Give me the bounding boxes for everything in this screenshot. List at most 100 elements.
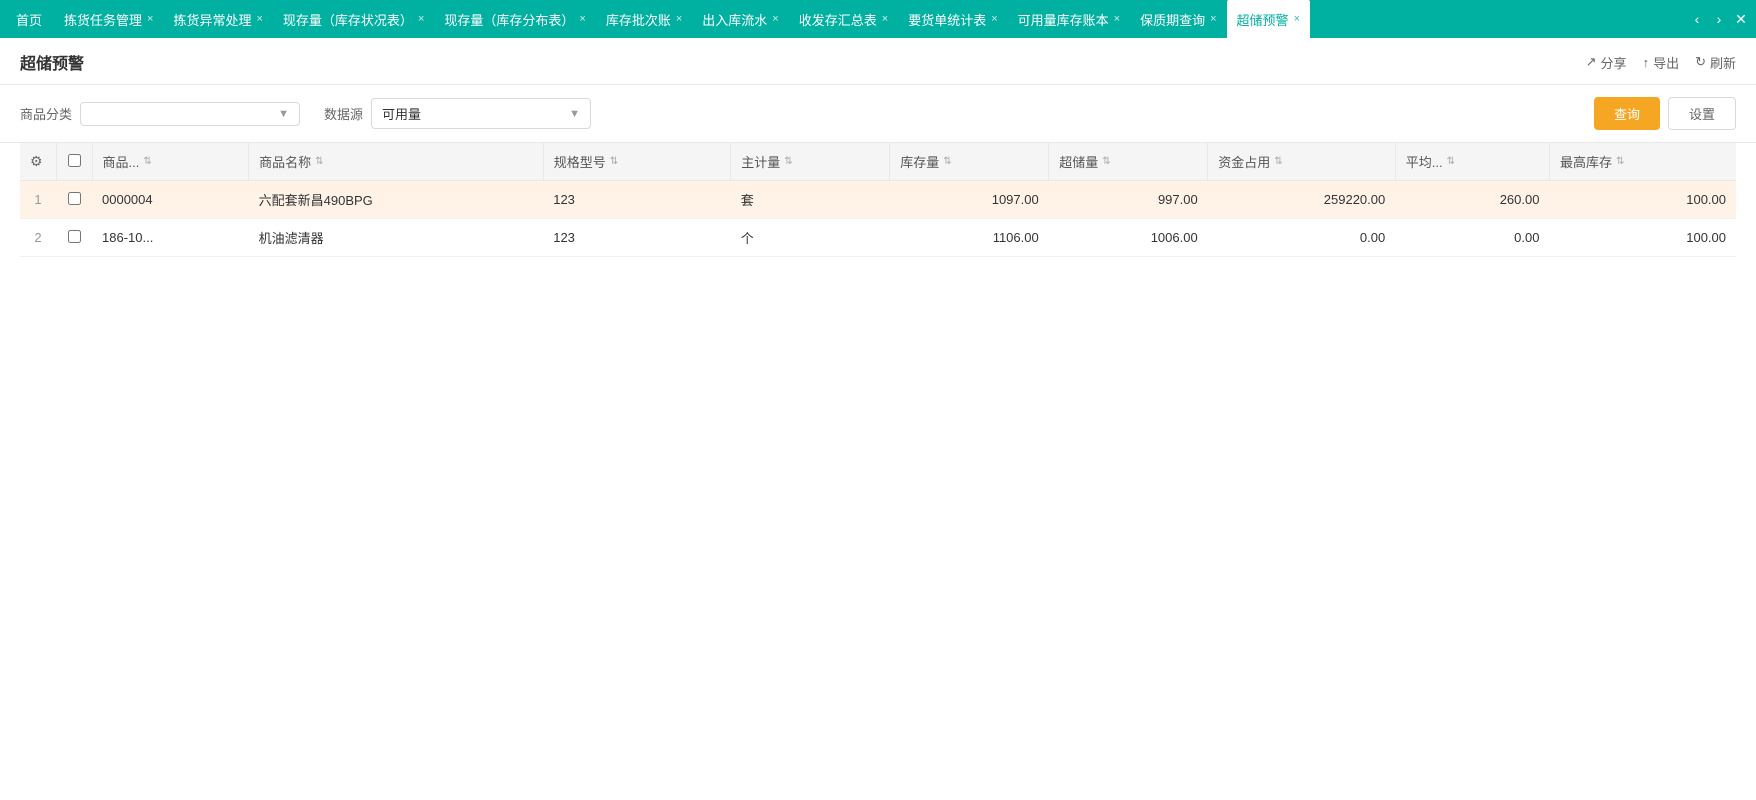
gear-icon[interactable]: ⚙ xyxy=(30,153,43,169)
nav-tab-2[interactable]: 现存量（库存状况表） × xyxy=(273,0,434,38)
sort-icon-stock: ⇅ xyxy=(943,156,951,167)
nav-tab-0[interactable]: 拣货任务管理 × xyxy=(54,0,163,38)
settings-button[interactable]: 设置 xyxy=(1668,97,1736,130)
row-checkbox[interactable] xyxy=(68,192,81,205)
nav-tab-close[interactable]: × xyxy=(579,13,585,25)
sort-icon-code: ⇅ xyxy=(143,156,151,167)
nav-tab-label: 收发存汇总表 xyxy=(799,10,877,29)
row-over: 997.00 xyxy=(1049,181,1208,219)
row-checkbox-cell xyxy=(56,219,92,257)
category-select[interactable]: ▼ xyxy=(80,102,300,126)
category-label: 商品分类 xyxy=(20,104,72,123)
refresh-button[interactable]: ↻ 刷新 xyxy=(1695,53,1736,72)
nav-arrows: ‹ › ✕ xyxy=(1686,0,1752,38)
table-row: 1 0000004 六配套新昌490BPG 123 套 1097.00 997.… xyxy=(20,181,1736,219)
row-spec: 123 xyxy=(543,219,731,257)
nav-tab-close[interactable]: × xyxy=(1294,13,1300,25)
row-over: 1006.00 xyxy=(1049,219,1208,257)
th-name[interactable]: 商品名称⇅ xyxy=(249,143,544,181)
row-code: 186-10... xyxy=(92,219,249,257)
nav-tab-9[interactable]: 保质期查询× xyxy=(1130,0,1226,38)
nav-next-arrow[interactable]: › xyxy=(1708,0,1730,38)
nav-tab-close[interactable]: × xyxy=(256,13,262,25)
query-button[interactable]: 查询 xyxy=(1594,97,1660,130)
category-dropdown-icon: ▼ xyxy=(278,108,289,120)
nav-tab-close[interactable]: × xyxy=(772,13,778,25)
row-spec: 123 xyxy=(543,181,731,219)
nav-tab-7[interactable]: 要货单统计表 × xyxy=(898,0,1007,38)
nav-prev-arrow[interactable]: ‹ xyxy=(1686,0,1708,38)
sort-icon-avg: ⇅ xyxy=(1447,156,1455,167)
row-capital: 259220.00 xyxy=(1208,181,1396,219)
nav-more-arrow[interactable]: ✕ xyxy=(1730,0,1752,38)
row-name: 六配套新昌490BPG xyxy=(249,181,544,219)
nav-tab-6[interactable]: 收发存汇总表 × xyxy=(789,0,898,38)
th-settings: ⚙ xyxy=(20,143,56,181)
nav-tab-close[interactable]: × xyxy=(676,13,682,25)
nav-tab-5[interactable]: 出入库流水× xyxy=(692,0,788,38)
datasource-dropdown-icon: ▼ xyxy=(569,108,580,120)
th-checkbox xyxy=(56,143,92,181)
top-nav: 首页 拣货任务管理×拣货异常处理×现存量（库存状况表）×现存量（库存分布表）×库… xyxy=(0,0,1756,38)
header-actions: ↗ 分享 ↑ 导出 ↻ 刷新 xyxy=(1586,53,1736,72)
nav-tab-close[interactable]: × xyxy=(147,13,153,25)
nav-tab-label: 可用量库存账本 xyxy=(1018,10,1109,29)
sort-icon-capital: ⇅ xyxy=(1274,156,1282,167)
nav-tab-close[interactable]: × xyxy=(1210,13,1216,25)
filter-bar: 商品分类 ▼ 数据源 可用量 ▼ 查询 设置 xyxy=(0,85,1756,142)
export-button[interactable]: ↑ 导出 xyxy=(1643,53,1680,72)
select-all-checkbox[interactable] xyxy=(68,154,81,167)
row-checkbox[interactable] xyxy=(68,230,81,243)
table-row: 2 186-10... 机油滤清器 123 个 1106.00 1006.00 … xyxy=(20,219,1736,257)
share-icon: ↗ xyxy=(1586,54,1597,70)
nav-tab-10[interactable]: 超储预警 × xyxy=(1227,0,1310,38)
row-max: 100.00 xyxy=(1549,219,1736,257)
datasource-select-value: 可用量 xyxy=(382,104,421,123)
nav-tab-label: 要货单统计表 xyxy=(908,10,986,29)
nav-tabs: 拣货任务管理×拣货异常处理×现存量（库存状况表）×现存量（库存分布表）×库存批次… xyxy=(54,0,1310,38)
sort-icon-over: ⇅ xyxy=(1102,156,1110,167)
row-checkbox-cell xyxy=(56,181,92,219)
nav-tab-3[interactable]: 现存量（库存分布表） × xyxy=(434,0,595,38)
th-unit[interactable]: 主计量⇅ xyxy=(731,143,890,181)
nav-tab-label: 拣货异常处理 xyxy=(173,10,251,29)
datasource-select[interactable]: 可用量 ▼ xyxy=(371,98,591,129)
th-code[interactable]: 商品...⇅ xyxy=(92,143,249,181)
nav-tab-close[interactable]: × xyxy=(1114,13,1120,25)
row-name: 机油滤清器 xyxy=(249,219,544,257)
nav-tab-close[interactable]: × xyxy=(991,13,997,25)
row-unit: 个 xyxy=(731,219,890,257)
nav-home[interactable]: 首页 xyxy=(4,10,54,29)
th-over[interactable]: 超储量⇅ xyxy=(1049,143,1208,181)
nav-tab-close[interactable]: × xyxy=(882,13,888,25)
th-capital[interactable]: 资金占用⇅ xyxy=(1208,143,1396,181)
th-avg[interactable]: 平均...⇅ xyxy=(1395,143,1549,181)
filter-actions: 查询 设置 xyxy=(1594,97,1736,130)
page-content: 超储预警 ↗ 分享 ↑ 导出 ↻ 刷新 商品分类 ▼ 数据源 xyxy=(0,38,1756,800)
datasource-label: 数据源 xyxy=(324,104,363,123)
nav-tab-label: 现存量（库存分布表） xyxy=(444,10,574,29)
sort-icon-unit: ⇅ xyxy=(784,156,792,167)
sort-icon-max: ⇅ xyxy=(1616,156,1624,167)
share-button[interactable]: ↗ 分享 xyxy=(1586,53,1627,72)
th-spec[interactable]: 规格型号⇅ xyxy=(543,143,731,181)
nav-tab-label: 拣货任务管理 xyxy=(64,10,142,29)
row-max: 100.00 xyxy=(1549,181,1736,219)
row-num: 1 xyxy=(20,181,56,219)
row-num: 2 xyxy=(20,219,56,257)
page-header: 超储预警 ↗ 分享 ↑ 导出 ↻ 刷新 xyxy=(0,38,1756,85)
nav-tab-label: 超储预警 xyxy=(1237,10,1289,29)
nav-tab-1[interactable]: 拣货异常处理 × xyxy=(163,0,272,38)
nav-tab-8[interactable]: 可用量库存账本 × xyxy=(1008,0,1130,38)
row-avg: 260.00 xyxy=(1395,181,1549,219)
refresh-icon: ↻ xyxy=(1695,54,1706,70)
nav-tab-close[interactable]: × xyxy=(418,13,424,25)
nav-tab-4[interactable]: 库存批次账× xyxy=(596,0,692,38)
data-table: ⚙ 商品...⇅ 商品名称⇅ 规格型号⇅ 主计量⇅ xyxy=(20,143,1736,257)
th-max[interactable]: 最高库存⇅ xyxy=(1549,143,1736,181)
sort-icon-spec: ⇅ xyxy=(610,156,618,167)
row-stock: 1097.00 xyxy=(890,181,1049,219)
nav-tab-label: 现存量（库存状况表） xyxy=(283,10,413,29)
row-stock: 1106.00 xyxy=(890,219,1049,257)
th-stock[interactable]: 库存量⇅ xyxy=(890,143,1049,181)
